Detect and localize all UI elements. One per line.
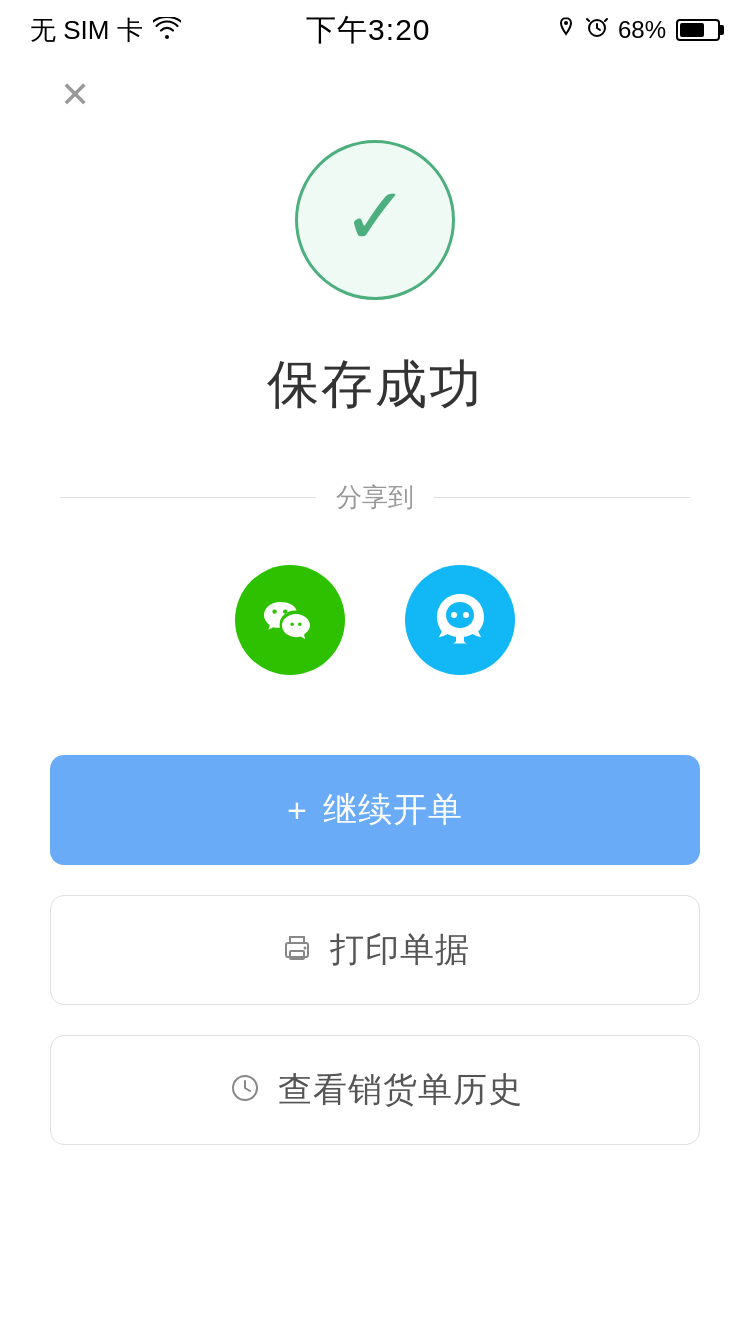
action-buttons: + 继续开单 打印单据 查看销货单历史 xyxy=(0,755,750,1145)
svg-point-0 xyxy=(564,21,568,25)
divider-right xyxy=(434,497,690,498)
qq-share-button[interactable] xyxy=(405,565,515,675)
plus-icon: + xyxy=(287,793,307,827)
svg-point-4 xyxy=(304,946,307,949)
status-right-group: 68% xyxy=(556,16,720,44)
clock-icon xyxy=(228,1071,262,1110)
carrier-text: 无 SIM 卡 xyxy=(30,13,143,48)
print-icon xyxy=(280,931,314,970)
alarm-icon xyxy=(586,16,608,44)
close-icon: ✕ xyxy=(60,77,90,113)
divider-left xyxy=(60,497,316,498)
share-divider: 分享到 xyxy=(60,480,690,515)
main-content: ✓ 保存成功 分享到 xyxy=(0,60,750,1145)
qq-icon xyxy=(428,588,492,652)
location-icon xyxy=(556,16,576,44)
history-label: 查看销货单历史 xyxy=(278,1067,523,1113)
battery-text: 68% xyxy=(618,16,666,44)
wechat-share-button[interactable] xyxy=(235,565,345,675)
status-carrier: 无 SIM 卡 xyxy=(30,13,181,48)
share-icons-group xyxy=(60,565,690,675)
print-label: 打印单据 xyxy=(330,927,470,973)
wechat-icon xyxy=(258,588,322,652)
continue-label: 继续开单 xyxy=(323,787,463,833)
share-section: 分享到 xyxy=(0,480,750,755)
success-circle: ✓ xyxy=(295,140,455,300)
checkmark-icon: ✓ xyxy=(342,177,409,257)
status-bar: 无 SIM 卡 下午3:20 68% xyxy=(0,0,750,60)
share-label: 分享到 xyxy=(336,480,414,515)
success-title: 保存成功 xyxy=(267,350,483,420)
continue-button[interactable]: + 继续开单 xyxy=(50,755,700,865)
wifi-icon xyxy=(153,15,181,46)
history-button[interactable]: 查看销货单历史 xyxy=(50,1035,700,1145)
close-button[interactable]: ✕ xyxy=(50,70,100,120)
status-time: 下午3:20 xyxy=(306,10,430,51)
print-button[interactable]: 打印单据 xyxy=(50,895,700,1005)
battery-icon xyxy=(676,19,720,41)
